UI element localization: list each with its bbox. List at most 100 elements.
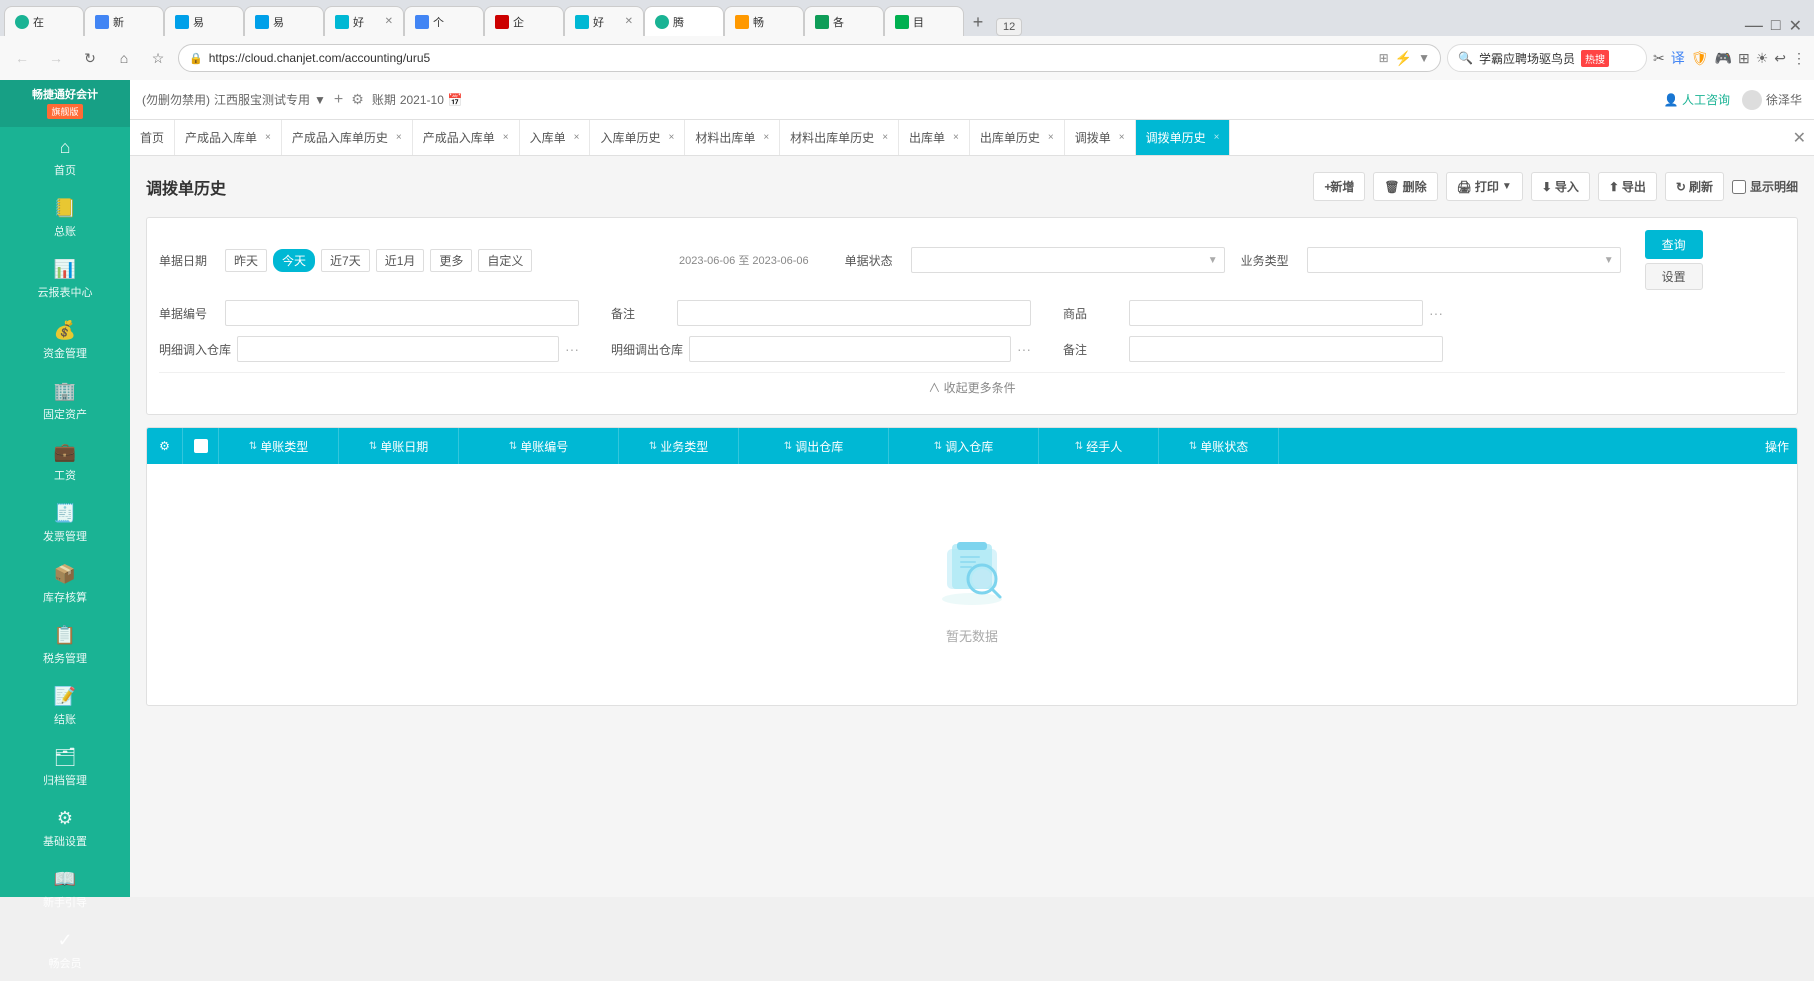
page-tab-stock-out-history[interactable]: 出库单历史 × bbox=[970, 120, 1065, 155]
th-date[interactable]: ⇅ 单账日期 bbox=[339, 428, 459, 464]
from-warehouse-select-btn[interactable]: ··· bbox=[565, 341, 579, 357]
user-info[interactable]: 徐泽华 bbox=[1742, 90, 1802, 110]
close-material-out-tab[interactable]: × bbox=[763, 132, 769, 143]
browser-tab-5[interactable]: 个 bbox=[404, 6, 484, 36]
new-tab-button[interactable]: + bbox=[964, 8, 992, 36]
sidebar-item-home[interactable]: ⌂ 首页 bbox=[0, 127, 130, 188]
th-to[interactable]: ⇅ 调入仓库 bbox=[889, 428, 1039, 464]
today-btn[interactable]: 今天 bbox=[273, 249, 315, 272]
more-date-btn[interactable]: 更多 bbox=[430, 249, 472, 272]
forward-button[interactable]: → bbox=[42, 44, 70, 72]
translate-icon[interactable]: 译 bbox=[1671, 48, 1685, 68]
th-biztype[interactable]: ⇅ 业务类型 bbox=[619, 428, 739, 464]
browser-tab-system[interactable]: 在 bbox=[4, 6, 84, 36]
page-tab-home[interactable]: 首页 bbox=[130, 120, 175, 155]
close-stock-out-history-tab[interactable]: × bbox=[1048, 132, 1054, 143]
out-warehouse-select-btn[interactable]: ··· bbox=[1017, 341, 1031, 357]
more-browser-icon[interactable]: ⋮ bbox=[1792, 50, 1806, 67]
close-inbound-tab[interactable]: × bbox=[265, 132, 271, 143]
close-all-tabs-button[interactable]: ✕ bbox=[1785, 128, 1814, 148]
browser-search[interactable]: 🔍 学霸应聘场驱鸟员 热搜 bbox=[1447, 44, 1647, 72]
sidebar-item-wages[interactable]: 💼 工资 bbox=[0, 432, 130, 493]
select-all-checkbox[interactable] bbox=[194, 439, 208, 453]
close-stock-in-history-tab[interactable]: × bbox=[668, 132, 674, 143]
window-close[interactable]: ✕ bbox=[1789, 16, 1802, 36]
window-maximize[interactable]: □ bbox=[1771, 17, 1781, 35]
close-transfer-history-tab[interactable]: × bbox=[1214, 132, 1220, 143]
docnum-input[interactable] bbox=[225, 300, 579, 326]
address-expand[interactable]: ▼ bbox=[1418, 51, 1430, 65]
print-dropdown-icon[interactable]: ▼ bbox=[1502, 181, 1512, 192]
back-button[interactable]: ← bbox=[8, 44, 36, 72]
close-inbound2-tab[interactable]: × bbox=[503, 132, 509, 143]
undo-icon[interactable]: ↩ bbox=[1774, 50, 1786, 67]
browser-tab-7[interactable]: 好 ✕ bbox=[564, 6, 644, 36]
sidebar-logo[interactable]: 畅捷通好会计 旗舰版 bbox=[0, 80, 130, 127]
7days-btn[interactable]: 近7天 bbox=[321, 249, 370, 272]
custom-date-btn[interactable]: 自定义 bbox=[478, 249, 532, 272]
th-checkbox[interactable] bbox=[183, 428, 219, 464]
sidebar-item-tax[interactable]: 📋 税务管理 bbox=[0, 615, 130, 676]
close-stock-out-tab[interactable]: × bbox=[953, 132, 959, 143]
collapse-bar[interactable]: ∧ 收起更多条件 bbox=[159, 372, 1785, 402]
browser-tab-3[interactable]: 易 bbox=[244, 6, 324, 36]
delete-btn[interactable]: 🗑 删除 bbox=[1373, 172, 1437, 201]
th-type[interactable]: ⇅ 单账类型 bbox=[219, 428, 339, 464]
out-warehouse-input[interactable] bbox=[689, 336, 1011, 362]
browser-tab-8[interactable]: 畅 bbox=[724, 6, 804, 36]
note-input[interactable] bbox=[1129, 336, 1443, 362]
export-btn[interactable]: ⬆ 导出 bbox=[1598, 172, 1657, 201]
period-selector[interactable]: 账期 2021-10 📅 bbox=[372, 91, 463, 108]
th-from[interactable]: ⇅ 调出仓库 bbox=[739, 428, 889, 464]
page-tab-stock-in-history[interactable]: 入库单历史 × bbox=[590, 120, 685, 155]
th-handler[interactable]: ⇅ 经手人 bbox=[1039, 428, 1159, 464]
company-selector[interactable]: (勿删勿禁用) 江西服宝测试专用 ▼ bbox=[142, 91, 326, 108]
address-bar[interactable]: 🔒 https://cloud.chanjet.com/accounting/u… bbox=[178, 44, 1441, 72]
page-tab-stock-in[interactable]: 入库单 × bbox=[520, 120, 591, 155]
sidebar-item-guide[interactable]: 📖 新手引导 bbox=[0, 859, 130, 920]
browser-tab-1[interactable]: 新 bbox=[84, 6, 164, 36]
th-status[interactable]: ⇅ 单账状态 bbox=[1159, 428, 1279, 464]
page-tab-material-out-history[interactable]: 材料出库单历史 × bbox=[780, 120, 899, 155]
goods-select-btn[interactable]: ··· bbox=[1429, 305, 1443, 321]
browser-tab-10[interactable]: 目 bbox=[884, 6, 964, 36]
page-tab-inbound[interactable]: 产成品入库单 × bbox=[175, 120, 282, 155]
close-transfer-tab[interactable]: × bbox=[1119, 132, 1125, 143]
from-warehouse-input[interactable] bbox=[237, 336, 559, 362]
goods-input[interactable] bbox=[1129, 300, 1423, 326]
browser-tab-2[interactable]: 易 bbox=[164, 6, 244, 36]
page-tab-transfer-history[interactable]: 调拨单历史 × bbox=[1136, 120, 1231, 155]
sidebar-item-basic[interactable]: ⚙ 基础设置 bbox=[0, 798, 130, 859]
query-button[interactable]: 查询 bbox=[1645, 230, 1703, 259]
bookmark-button[interactable]: ☆ bbox=[144, 44, 172, 72]
page-tab-transfer[interactable]: 调拨单 × bbox=[1065, 120, 1136, 155]
add-company-btn[interactable]: + bbox=[334, 91, 343, 109]
page-tab-material-out[interactable]: 材料出库单 × bbox=[685, 120, 780, 155]
sidebar-item-inventory[interactable]: 📦 库存核算 bbox=[0, 554, 130, 615]
sidebar-item-ledger[interactable]: 📒 总账 bbox=[0, 188, 130, 249]
browser-tab-active[interactable]: 腾 bbox=[644, 6, 724, 36]
sidebar-item-assets[interactable]: 🏢 固定资产 bbox=[0, 371, 130, 432]
page-tab-inbound-history[interactable]: 产成品入库单历史 × bbox=[282, 120, 413, 155]
sidebar-item-invoice[interactable]: 🧾 发票管理 bbox=[0, 493, 130, 554]
biztype-select[interactable]: ▼ bbox=[1307, 247, 1621, 273]
display-checkbox[interactable] bbox=[1732, 180, 1746, 194]
grid-icon[interactable]: ⊞ bbox=[1738, 50, 1750, 67]
th-gear[interactable]: ⚙ bbox=[147, 428, 183, 464]
close-inbound-history-tab[interactable]: × bbox=[396, 132, 402, 143]
home-button[interactable]: ⌂ bbox=[110, 44, 138, 72]
scissors-icon[interactable]: ✂ bbox=[1653, 50, 1665, 67]
refresh-btn[interactable]: ↻ 刷新 bbox=[1665, 172, 1724, 201]
status-select[interactable]: ▼ bbox=[911, 247, 1225, 273]
help-button[interactable]: 👤 人工咨询 bbox=[1664, 91, 1730, 108]
game-icon[interactable]: 🎮 bbox=[1715, 50, 1732, 67]
sidebar-item-capital[interactable]: 💰 资金管理 bbox=[0, 310, 130, 371]
th-num[interactable]: ⇅ 单账编号 bbox=[459, 428, 619, 464]
import-btn[interactable]: ⬇ 导入 bbox=[1531, 172, 1590, 201]
1month-btn[interactable]: 近1月 bbox=[376, 249, 425, 272]
shield-icon[interactable]: 🛡 bbox=[1691, 50, 1709, 67]
sidebar-item-member[interactable]: ✓ 畅会员 bbox=[0, 920, 130, 981]
new-btn[interactable]: + 新增 bbox=[1313, 172, 1365, 201]
display-toggle[interactable]: 显示明细 bbox=[1732, 178, 1798, 195]
refresh-browser-button[interactable]: ↻ bbox=[76, 44, 104, 72]
